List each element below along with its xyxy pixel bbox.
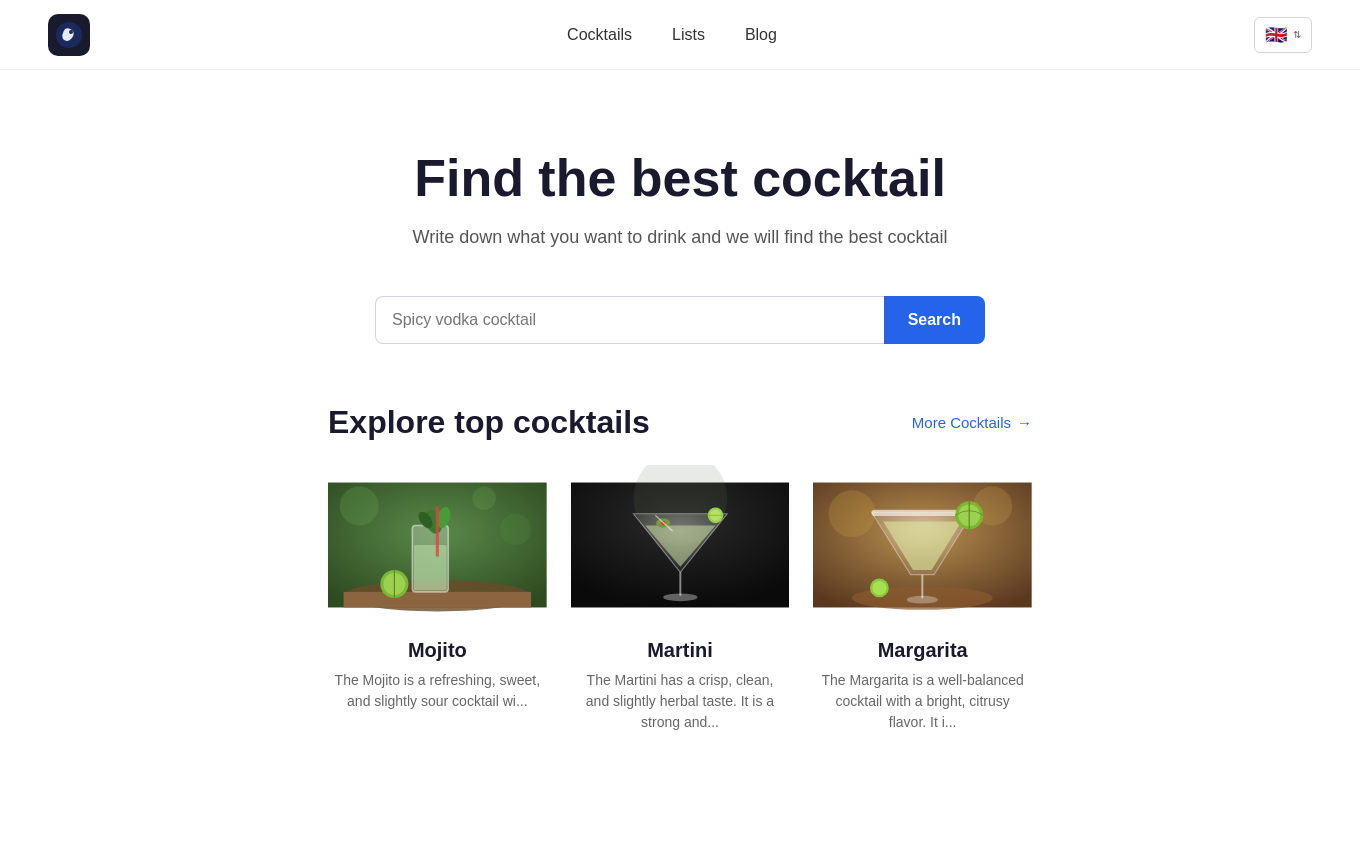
- card-title-martini: Martini: [575, 639, 786, 662]
- nav-blog[interactable]: Blog: [745, 26, 777, 44]
- card-desc-martini: The Martini has a crisp, clean, and slig…: [575, 670, 786, 733]
- hero-subtitle: Write down what you want to drink and we…: [413, 227, 948, 248]
- explore-section: Explore top cocktails More Cocktails →: [280, 404, 1080, 733]
- logo-icon: [48, 14, 90, 56]
- card-margarita[interactable]: Margarita The Margarita is a well-balanc…: [813, 465, 1032, 733]
- card-martini[interactable]: Martini The Martini has a crisp, clean, …: [571, 465, 790, 733]
- nav-cocktails[interactable]: Cocktails: [567, 26, 632, 44]
- card-image-wrapper-mojito: [328, 465, 547, 625]
- svg-point-32: [829, 491, 876, 538]
- search-bar: Search: [375, 296, 985, 344]
- main-nav: Cocktails Lists Blog: [567, 26, 777, 44]
- chevron-updown-icon: ⇅: [1293, 29, 1301, 40]
- hero-title: Find the best cocktail: [414, 150, 946, 207]
- margarita-image: [813, 465, 1032, 625]
- mojito-image: [328, 465, 547, 625]
- logo[interactable]: [48, 14, 90, 56]
- svg-rect-4: [344, 592, 531, 608]
- svg-point-21: [663, 594, 697, 602]
- card-body-mojito: Mojito The Mojito is a refreshing, sweet…: [328, 625, 547, 712]
- card-title-mojito: Mojito: [332, 639, 543, 662]
- search-button[interactable]: Search: [884, 296, 985, 344]
- martini-image: [571, 465, 790, 625]
- card-title-margarita: Margarita: [817, 639, 1028, 662]
- svg-point-16: [500, 514, 531, 545]
- svg-point-1: [69, 30, 73, 34]
- svg-rect-14: [436, 506, 439, 557]
- explore-header: Explore top cocktails More Cocktails →: [328, 404, 1032, 441]
- svg-point-15: [340, 487, 379, 526]
- nav-lists[interactable]: Lists: [672, 26, 705, 44]
- cocktail-cards-grid: Mojito The Mojito is a refreshing, sweet…: [328, 465, 1032, 733]
- card-image-wrapper-martini: [571, 465, 790, 625]
- card-body-margarita: Margarita The Margarita is a well-balanc…: [813, 625, 1032, 733]
- card-body-martini: Martini The Martini has a crisp, clean, …: [571, 625, 790, 733]
- card-mojito[interactable]: Mojito The Mojito is a refreshing, sweet…: [328, 465, 547, 733]
- card-desc-mojito: The Mojito is a refreshing, sweet, and s…: [332, 670, 543, 712]
- svg-point-35: [907, 596, 938, 604]
- more-cocktails-link[interactable]: More Cocktails →: [912, 414, 1032, 431]
- explore-title: Explore top cocktails: [328, 404, 650, 441]
- card-image-wrapper-margarita: [813, 465, 1032, 625]
- svg-point-17: [472, 487, 495, 510]
- site-header: Cocktails Lists Blog 🇬🇧 ⇅: [0, 0, 1360, 70]
- svg-rect-7: [414, 545, 447, 590]
- lang-flag: 🇬🇧: [1265, 24, 1287, 46]
- language-selector[interactable]: 🇬🇧 ⇅: [1254, 17, 1312, 53]
- more-cocktails-label: More Cocktails: [912, 414, 1011, 431]
- svg-point-42: [873, 581, 887, 595]
- card-desc-margarita: The Margarita is a well-balanced cocktai…: [817, 670, 1028, 733]
- search-input[interactable]: [375, 296, 884, 344]
- arrow-right-icon: →: [1017, 414, 1032, 431]
- hero-section: Find the best cocktail Write down what y…: [0, 70, 1360, 773]
